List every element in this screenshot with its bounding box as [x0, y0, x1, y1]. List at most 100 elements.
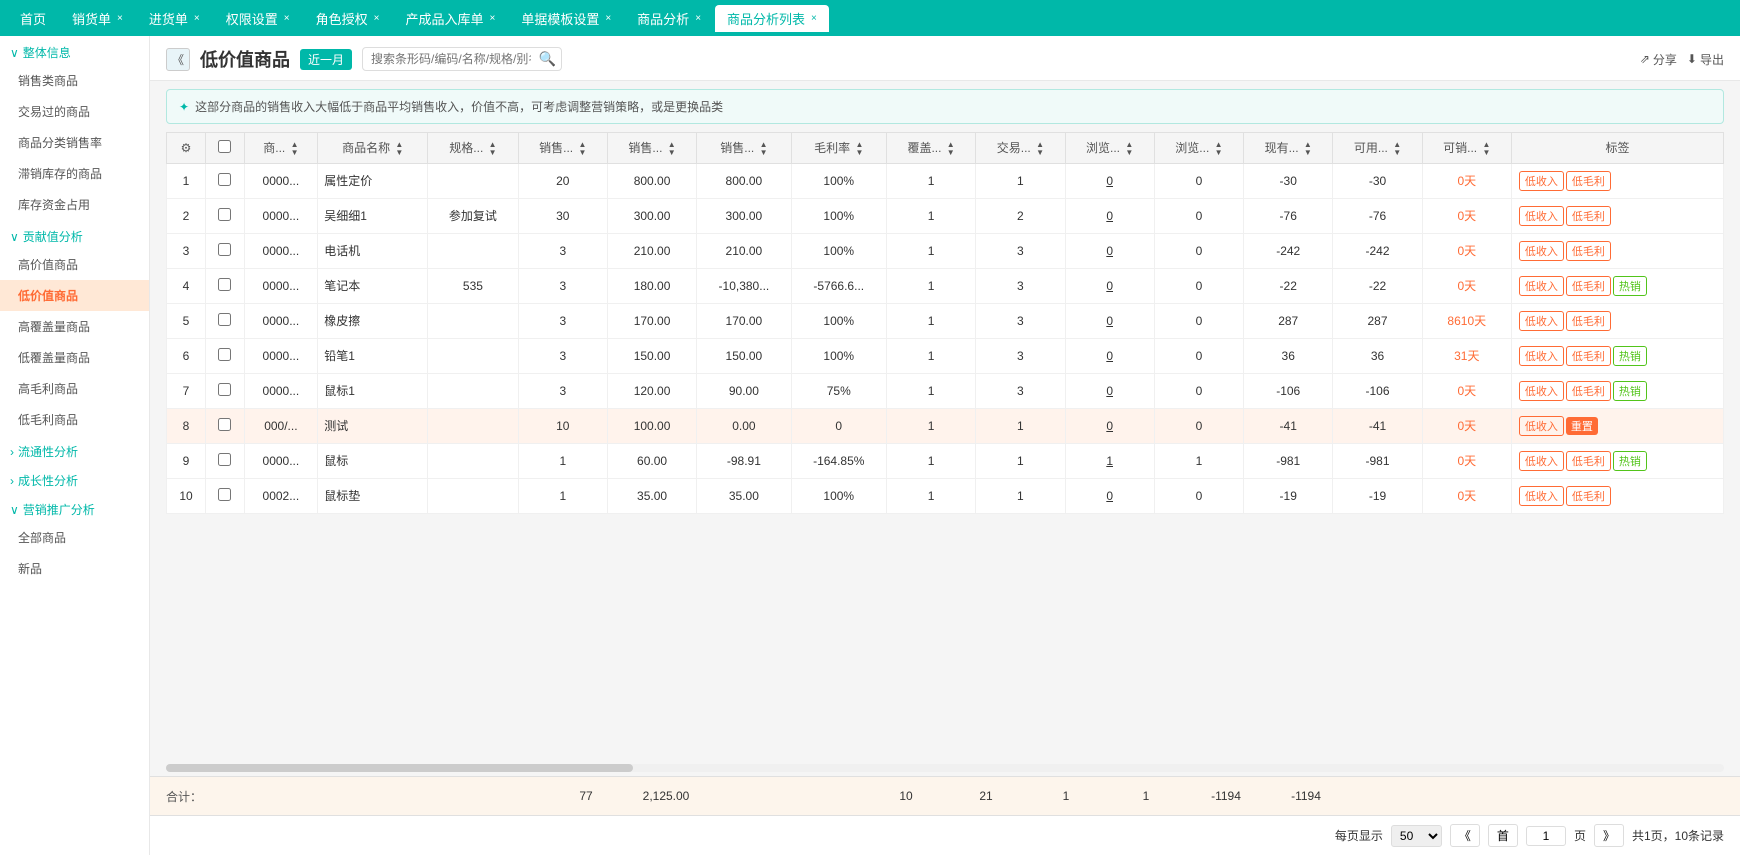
browse-link[interactable]: 0 [1106, 244, 1113, 258]
close-icon[interactable]: × [284, 13, 290, 24]
row-checkbox[interactable] [218, 348, 231, 361]
browse-link[interactable]: 0 [1106, 279, 1113, 293]
cell-checkbox[interactable] [206, 233, 245, 268]
table-row: 2 0000... 吴细细1 参加复试 30 300.00 300.00 100… [167, 198, 1724, 233]
sidebar-item-inventory-funds[interactable]: 库存资金占用 [0, 189, 149, 220]
sidebar-item-category-rate[interactable]: 商品分类销售率 [0, 127, 149, 158]
per-page-select[interactable]: 50 100 200 [1391, 825, 1442, 847]
th-settings[interactable]: ⚙ [167, 133, 206, 164]
cell-sales3: 150.00 [697, 338, 791, 373]
sidebar-item-all-goods[interactable]: 全部商品 [0, 522, 149, 553]
sidebar-item-high-margin[interactable]: 高毛利商品 [0, 373, 149, 404]
cell-checkbox[interactable] [206, 443, 245, 478]
cell-code: 0000... [244, 198, 318, 233]
browse-link[interactable]: 0 [1106, 349, 1113, 363]
sidebar-item-low-margin[interactable]: 低毛利商品 [0, 404, 149, 435]
horizontal-scrollbar[interactable] [166, 764, 1724, 772]
cell-checkbox[interactable] [206, 408, 245, 443]
cell-margin: 100% [791, 478, 886, 513]
close-icon[interactable]: × [811, 13, 817, 24]
info-bar: ✦ 这部分商品的销售收入大幅低于商品平均销售收入，价值不高，可考虑调整营销策略，… [166, 89, 1724, 124]
browse-link[interactable]: 0 [1106, 419, 1113, 433]
row-checkbox[interactable] [218, 383, 231, 396]
sidebar-item-traded-goods[interactable]: 交易过的商品 [0, 96, 149, 127]
cell-checkbox[interactable] [206, 303, 245, 338]
sidebar-group-overall[interactable]: ∨ 整体信息 [0, 36, 149, 65]
browse-link[interactable]: 0 [1106, 489, 1113, 503]
page-number-input[interactable] [1526, 826, 1566, 846]
sidebar-item-high-value[interactable]: 高价值商品 [0, 249, 149, 280]
browse-link[interactable]: 0 [1106, 209, 1113, 223]
close-icon[interactable]: × [374, 13, 380, 24]
close-icon[interactable]: × [194, 13, 200, 24]
filter-tag-recent-month[interactable]: 近一月 [300, 49, 352, 70]
sidebar-item-low-value[interactable]: 低价值商品 [0, 280, 149, 311]
prev-page-button[interactable]: 首 [1488, 824, 1518, 847]
sidebar-group-contribution[interactable]: ∨ 贡献值分析 [0, 220, 149, 249]
footer-cells: 77 2,125.00 10 21 1 1 -1194 -1194 [226, 785, 1724, 807]
nav-home[interactable]: 首页 [8, 5, 58, 32]
row-checkbox[interactable] [218, 243, 231, 256]
close-icon[interactable]: × [117, 13, 123, 24]
row-checkbox[interactable] [218, 488, 231, 501]
nav-analysis-list[interactable]: 商品分析列表 × [715, 5, 829, 32]
cell-margin: 100% [791, 233, 886, 268]
cell-sellable: 0天 [1422, 233, 1511, 268]
row-checkbox[interactable] [218, 173, 231, 186]
first-page-button[interactable]: 《 [1450, 824, 1480, 847]
cell-code: 0000... [244, 443, 318, 478]
row-checkbox[interactable] [218, 453, 231, 466]
share-button[interactable]: ⇗ 分享 [1640, 51, 1677, 68]
sidebar-group-growth[interactable]: › 成长性分析 [0, 464, 149, 493]
row-checkbox[interactable] [218, 208, 231, 221]
sidebar-item-sales-goods[interactable]: 销售类商品 [0, 65, 149, 96]
close-icon[interactable]: × [489, 13, 495, 24]
cell-checkbox[interactable] [206, 163, 245, 198]
export-button[interactable]: ⬇ 导出 [1687, 51, 1724, 68]
scroll-thumb[interactable] [166, 764, 633, 772]
close-icon[interactable]: × [695, 13, 701, 24]
cell-spec [428, 303, 518, 338]
sidebar-group-circulation[interactable]: › 流通性分析 [0, 435, 149, 464]
search-icon[interactable]: 🔍 [539, 51, 556, 68]
row-checkbox[interactable] [218, 313, 231, 326]
cell-name: 测试 [318, 408, 428, 443]
sidebar-item-low-coverage[interactable]: 低覆盖量商品 [0, 342, 149, 373]
nav-analysis[interactable]: 商品分析 × [625, 5, 713, 32]
nav-roles[interactable]: 角色授权 × [304, 5, 392, 32]
browse-link[interactable]: 0 [1106, 314, 1113, 328]
browse-link[interactable]: 0 [1106, 384, 1113, 398]
cell-margin: 100% [791, 163, 886, 198]
sidebar-item-new-goods[interactable]: 新品 [0, 553, 149, 584]
cell-checkbox[interactable] [206, 268, 245, 303]
footer-col7: 1 [1026, 785, 1106, 807]
th-checkbox[interactable] [206, 133, 245, 164]
nav-products[interactable]: 产成品入库单 × [393, 5, 507, 32]
sidebar-collapse-button[interactable]: 《 [166, 48, 190, 71]
browse-link[interactable]: 1 [1106, 454, 1113, 468]
select-all-checkbox[interactable] [218, 140, 231, 153]
nav-sales[interactable]: 销货单 × [60, 5, 135, 32]
close-icon[interactable]: × [605, 13, 611, 24]
browse-link[interactable]: 0 [1106, 174, 1113, 188]
row-checkbox[interactable] [218, 278, 231, 291]
cell-sales3: 170.00 [697, 303, 791, 338]
sidebar-item-slow-moving[interactable]: 滞销库存的商品 [0, 158, 149, 189]
cell-num: 6 [167, 338, 206, 373]
cell-checkbox[interactable] [206, 338, 245, 373]
tag-badge: 低收入 [1519, 241, 1564, 261]
next-page-button[interactable]: 》 [1594, 824, 1624, 847]
nav-purchase[interactable]: 进货单 × [137, 5, 212, 32]
sidebar-group-marketing[interactable]: ∨ 营销推广分析 [0, 493, 149, 522]
cell-checkbox[interactable] [206, 198, 245, 233]
nav-permissions[interactable]: 权限设置 × [214, 5, 302, 32]
search-input[interactable] [362, 47, 562, 71]
sidebar-item-high-coverage[interactable]: 高覆盖量商品 [0, 311, 149, 342]
row-checkbox[interactable] [218, 418, 231, 431]
cell-sales3: 35.00 [697, 478, 791, 513]
table-row: 4 0000... 笔记本 535 3 180.00 -10,380... -5… [167, 268, 1724, 303]
cell-name: 吴细细1 [318, 198, 428, 233]
cell-checkbox[interactable] [206, 478, 245, 513]
nav-template[interactable]: 单据模板设置 × [509, 5, 623, 32]
cell-checkbox[interactable] [206, 373, 245, 408]
